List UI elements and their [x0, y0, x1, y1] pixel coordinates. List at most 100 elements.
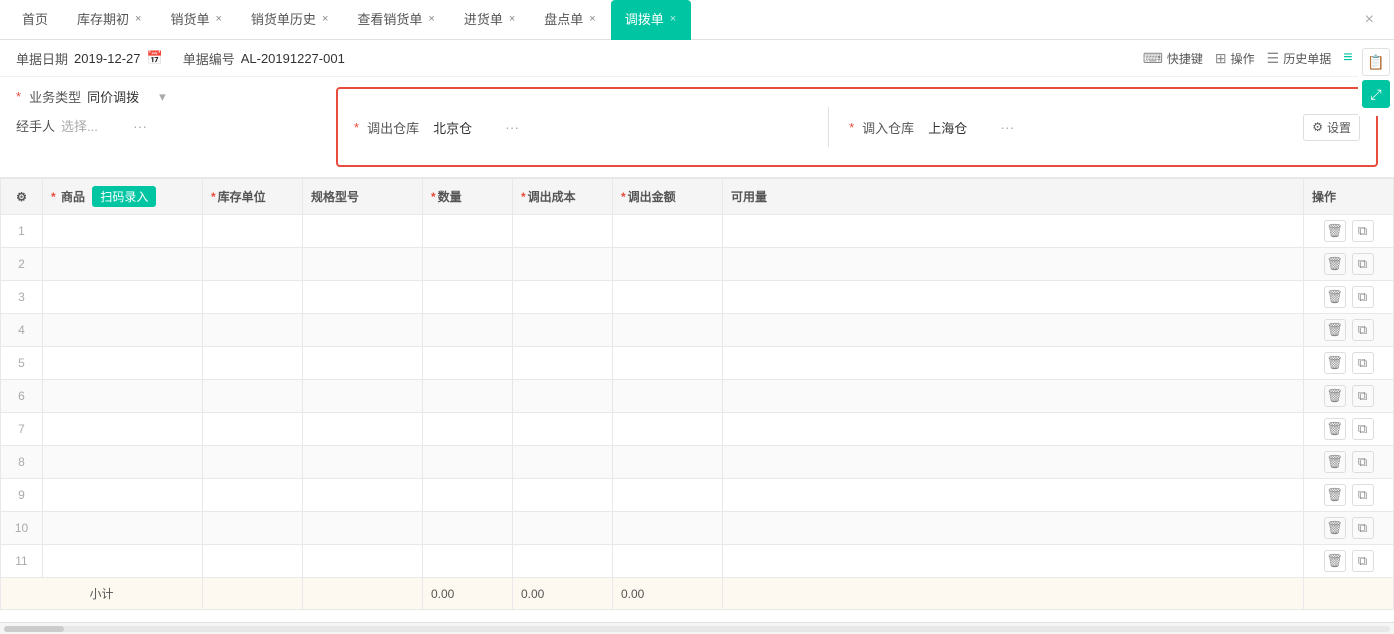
form-area: * 业务类型 同价调拨 ▾ 经手人 选择... ··· * 调出仓库 北京仓 ·… — [0, 77, 1394, 177]
qty-cell — [423, 413, 513, 446]
copy-button[interactable]: ⧉ — [1352, 517, 1374, 539]
tab-label: 查看销货单 — [357, 9, 422, 28]
col-qty-header: 数量 — [423, 179, 513, 215]
order-field: 单据编号 AL-20191227-001 — [183, 49, 345, 68]
unit-cell — [203, 314, 303, 347]
layout-list-btn[interactable]: ≡ — [1343, 49, 1352, 67]
in-warehouse-more-icon[interactable]: ··· — [1000, 119, 1014, 135]
unit-cell — [203, 248, 303, 281]
date-value[interactable]: 2019-12-27 — [74, 51, 141, 66]
tab-inventory-initial[interactable]: 库存期初 × — [63, 0, 156, 40]
product-cell[interactable] — [43, 281, 203, 314]
in-warehouse-field: * 调入仓库 上海仓 ··· — [849, 118, 1303, 137]
table-row: 2 🗑 ⧉ — [1, 248, 1394, 281]
row-number: 2 — [1, 248, 43, 281]
table-row: 7 🗑 ⧉ — [1, 413, 1394, 446]
close-icon[interactable]: × — [428, 13, 434, 25]
close-icon[interactable]: × — [670, 13, 676, 25]
scan-input-button[interactable]: 扫码录入 — [92, 186, 156, 207]
copy-button[interactable]: ⧉ — [1352, 253, 1374, 275]
row-number: 6 — [1, 380, 43, 413]
cost-cell — [513, 512, 613, 545]
product-cell[interactable] — [43, 545, 203, 578]
action-cell: 🗑 ⧉ — [1304, 314, 1394, 347]
out-warehouse-more-icon[interactable]: ··· — [505, 119, 519, 135]
copy-button[interactable]: ⧉ — [1352, 220, 1374, 242]
product-cell[interactable] — [43, 380, 203, 413]
horizontal-scrollbar[interactable] — [0, 622, 1394, 634]
in-warehouse-value[interactable]: 上海仓 — [928, 118, 988, 137]
handler-placeholder[interactable]: 选择... — [61, 116, 121, 135]
subtotal-cost: 0.00 — [513, 578, 613, 610]
delete-button[interactable]: 🗑 — [1324, 352, 1346, 374]
product-cell[interactable] — [43, 347, 203, 380]
product-cell[interactable] — [43, 248, 203, 281]
business-type-label: 业务类型 — [29, 87, 81, 106]
more-options-icon[interactable]: ··· — [133, 118, 147, 134]
row-number: 10 — [1, 512, 43, 545]
product-cell[interactable] — [43, 479, 203, 512]
col-settings[interactable]: ⚙ — [1, 179, 43, 215]
sidebar-doc-button[interactable]: 📋 — [1362, 48, 1390, 76]
copy-button[interactable]: ⧉ — [1352, 319, 1374, 341]
col-action-header: 操作 — [1304, 179, 1394, 215]
business-type-value[interactable]: 同价调拨 — [87, 87, 147, 106]
tab-stocktake[interactable]: 盘点单 × — [530, 0, 610, 40]
copy-button[interactable]: ⧉ — [1352, 451, 1374, 473]
copy-button[interactable]: ⧉ — [1352, 352, 1374, 374]
delete-button[interactable]: 🗑 — [1324, 418, 1346, 440]
right-sidebar: 📋 ⤢ — [1358, 40, 1394, 116]
settings-button[interactable]: ⚙ 设置 — [1303, 114, 1360, 141]
delete-button[interactable]: 🗑 — [1324, 517, 1346, 539]
close-window-button[interactable]: × — [1353, 0, 1386, 40]
product-cell[interactable] — [43, 413, 203, 446]
action-cell: 🗑 ⧉ — [1304, 545, 1394, 578]
copy-button[interactable]: ⧉ — [1352, 286, 1374, 308]
tab-sales-order[interactable]: 销货单 × — [156, 0, 236, 40]
tab-view-sales[interactable]: 查看销货单 × — [343, 0, 449, 40]
delete-button[interactable]: 🗑 — [1324, 220, 1346, 242]
close-icon[interactable]: × — [135, 13, 141, 25]
close-icon[interactable]: × — [322, 13, 328, 25]
dropdown-arrow-icon[interactable]: ▾ — [159, 89, 166, 105]
product-cell[interactable] — [43, 446, 203, 479]
delete-button[interactable]: 🗑 — [1324, 484, 1346, 506]
close-icon[interactable]: × — [589, 13, 595, 25]
avail-cell — [723, 380, 1304, 413]
avail-cell — [723, 479, 1304, 512]
product-cell[interactable] — [43, 215, 203, 248]
tab-label: 进货单 — [464, 9, 503, 28]
copy-button[interactable]: ⧉ — [1352, 418, 1374, 440]
delete-button[interactable]: 🗑 — [1324, 385, 1346, 407]
delete-button[interactable]: 🗑 — [1324, 550, 1346, 572]
delete-button[interactable]: 🗑 — [1324, 451, 1346, 473]
close-icon[interactable]: × — [215, 13, 221, 25]
copy-button[interactable]: ⧉ — [1352, 550, 1374, 572]
col-avail-header: 可用量 — [723, 179, 1304, 215]
tab-transfer[interactable]: 调拨单 × — [611, 0, 691, 40]
copy-button[interactable]: ⧉ — [1352, 484, 1374, 506]
tab-purchase[interactable]: 进货单 × — [450, 0, 530, 40]
delete-button[interactable]: 🗑 — [1324, 253, 1346, 275]
tab-home[interactable]: 首页 — [8, 0, 63, 40]
cost-cell — [513, 545, 613, 578]
delete-button[interactable]: 🗑 — [1324, 286, 1346, 308]
amount-cell — [613, 512, 723, 545]
history-btn[interactable]: ☰ 历史单据 — [1267, 50, 1332, 67]
tab-sales-history[interactable]: 销货单历史 × — [237, 0, 343, 40]
shortcut-btn[interactable]: ⌨ 快捷键 — [1143, 50, 1203, 67]
product-cell[interactable] — [43, 512, 203, 545]
delete-button[interactable]: 🗑 — [1324, 319, 1346, 341]
scrollbar-thumb[interactable] — [4, 626, 64, 632]
action-cell: 🗑 ⧉ — [1304, 479, 1394, 512]
divider — [828, 107, 829, 147]
out-warehouse-value[interactable]: 北京仓 — [433, 118, 493, 137]
operation-btn[interactable]: ⊞ 操作 — [1215, 50, 1255, 67]
product-cell[interactable] — [43, 314, 203, 347]
copy-button[interactable]: ⧉ — [1352, 385, 1374, 407]
calendar-icon[interactable]: 📅 — [147, 50, 163, 66]
row-number: 4 — [1, 314, 43, 347]
sidebar-expand-button[interactable]: ⤢ — [1362, 80, 1390, 108]
close-icon[interactable]: × — [509, 13, 515, 25]
avail-cell — [723, 314, 1304, 347]
